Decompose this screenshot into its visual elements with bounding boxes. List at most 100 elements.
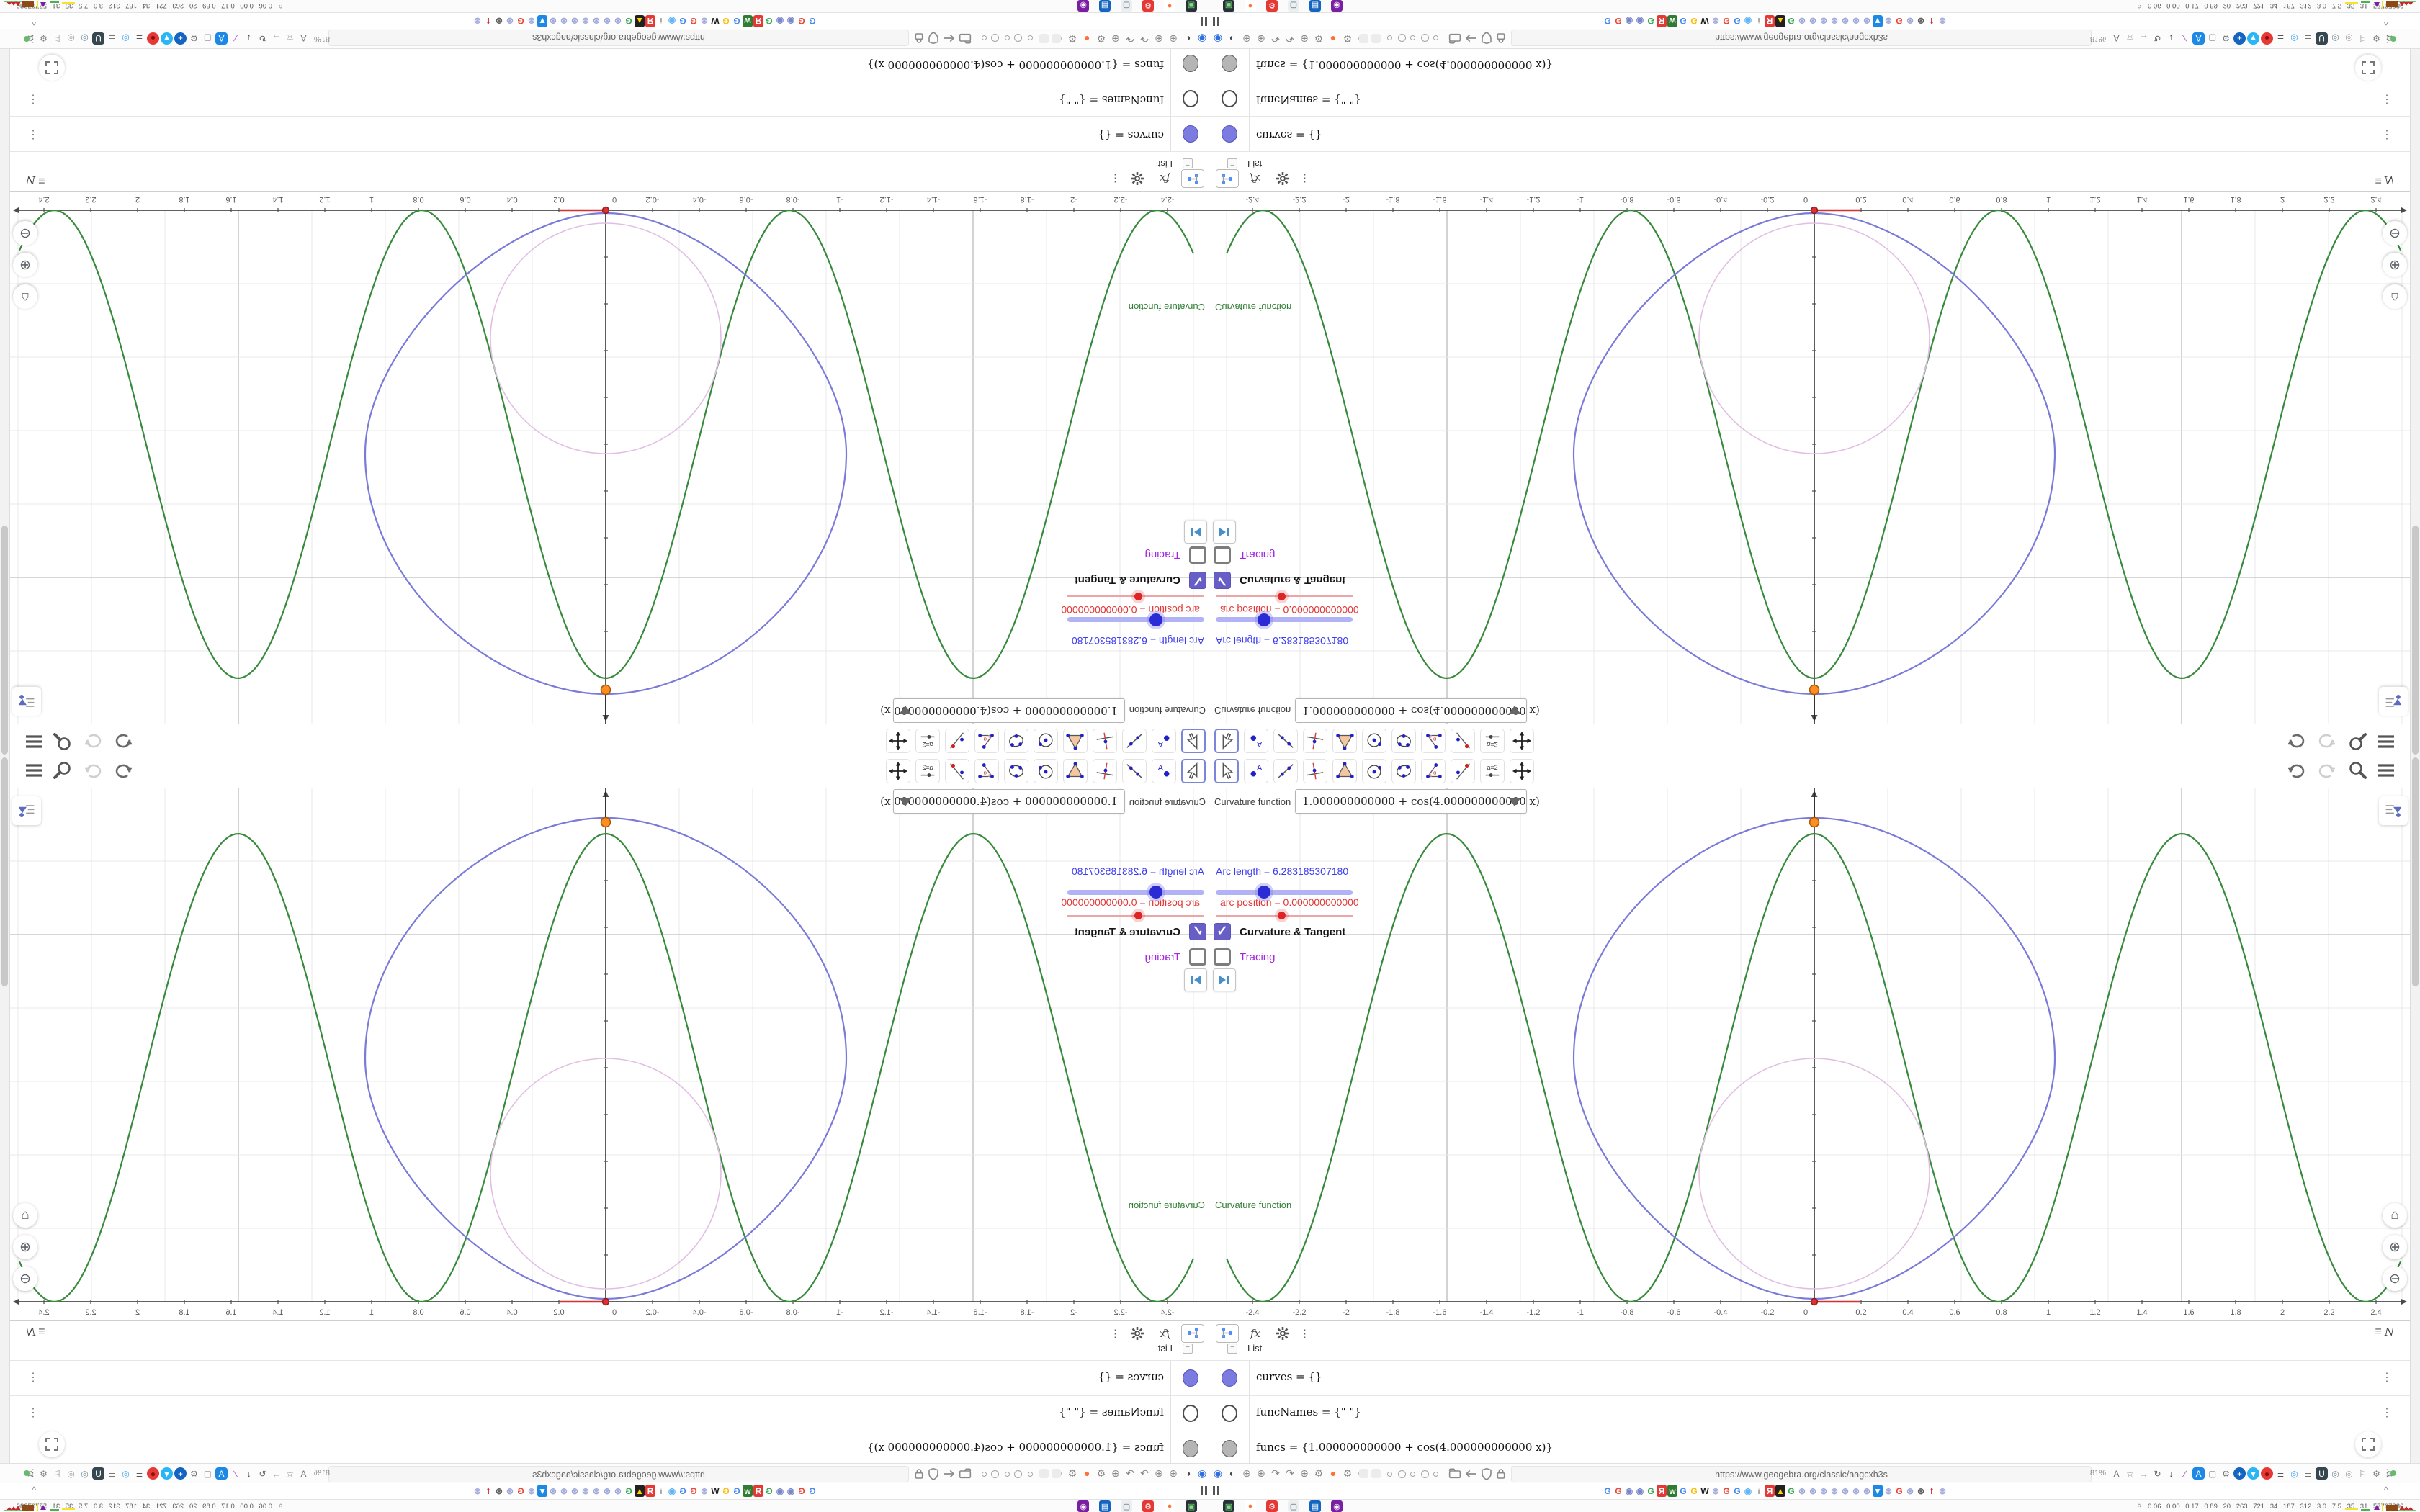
step-button[interactable]	[1184, 968, 1207, 991]
tray-chevrons-icon[interactable]: «	[277, 4, 285, 9]
arc-start-point[interactable]	[601, 206, 610, 215]
reflect-tool[interactable]	[1451, 759, 1475, 783]
bookmark-favicon[interactable]: ◉	[775, 1485, 785, 1497]
bot-app-icon[interactable]: ◉	[1331, 1500, 1343, 1512]
shield-icon[interactable]	[926, 1467, 941, 1485]
fullscreen-button[interactable]	[39, 55, 65, 81]
conic-tool[interactable]	[1392, 759, 1416, 783]
kebab-icon[interactable]: ⋮	[2381, 92, 2393, 107]
forward-icon[interactable]: →	[2138, 1467, 2150, 1480]
page-action-dot[interactable]	[1398, 1470, 1406, 1478]
page-action-dot[interactable]	[1005, 35, 1010, 40]
search-icon[interactable]	[53, 728, 73, 752]
globe-icon[interactable]: ⊕	[1152, 1467, 1165, 1480]
trash-icon[interactable]: ≣	[2275, 32, 2287, 45]
function-selector-dropdown[interactable]: 1.000000000000 + cos(4.000000000000 x)	[880, 789, 1125, 814]
bookmark-favicon[interactable]: f	[483, 15, 493, 27]
function-selector-dropdown[interactable]: 1.000000000000 + cos(4.000000000000 x)	[1295, 789, 1540, 814]
folder-icon[interactable]	[1448, 27, 1462, 45]
bookmark-favicon[interactable]: f	[1927, 15, 1937, 27]
slider-tool[interactable]: a=2	[915, 759, 940, 783]
bookmark-favicon[interactable]: i	[1754, 15, 1764, 27]
bookmark-favicon[interactable]: ⊛	[1797, 15, 1807, 27]
tracing-checkbox[interactable]	[1189, 546, 1206, 564]
recorder-icon[interactable]: ●	[2261, 32, 2273, 45]
recorder-icon[interactable]: ●	[2261, 1467, 2273, 1480]
bookmark-favicon[interactable]: ⊛	[581, 1485, 591, 1497]
visibility-toggle[interactable]	[1183, 90, 1198, 107]
star-icon[interactable]: ☆	[2124, 32, 2136, 45]
menu-icon[interactable]	[2377, 762, 2396, 783]
algebra-tree-button[interactable]	[1181, 169, 1204, 188]
redo-script-icon[interactable]: ↷	[1269, 1467, 1282, 1480]
bookmark-favicon[interactable]: Я	[645, 15, 655, 27]
graphics-settings-button[interactable]	[2379, 687, 2408, 716]
move-graphics-tool[interactable]	[1510, 729, 1534, 753]
firefox-icon[interactable]: ●	[1080, 1467, 1093, 1480]
bookmark-favicon[interactable]: ◉	[667, 1485, 677, 1497]
gear-icon[interactable]: ⚙	[188, 32, 200, 45]
bookmark-favicon[interactable]: i	[656, 1485, 666, 1497]
folder-icon[interactable]	[1448, 1467, 1462, 1485]
collapse-icon[interactable]: −	[1183, 158, 1193, 169]
fullscreen-button[interactable]	[2355, 1431, 2381, 1457]
tool-icon[interactable]: ⚙	[1095, 32, 1108, 45]
page-action-dot[interactable]	[1433, 35, 1438, 40]
shield-icon[interactable]: ◎	[2329, 1467, 2341, 1480]
page-action-dot[interactable]	[1387, 35, 1392, 40]
bookmark-favicon[interactable]: ⊛	[1711, 15, 1721, 27]
list-group-row[interactable]: − List	[1227, 1343, 1262, 1354]
fx-button[interactable]: fx	[1154, 170, 1175, 187]
zoom-out-button[interactable]: ⊖	[2383, 1266, 2407, 1291]
move-graphics-tool[interactable]	[886, 729, 910, 753]
caret-icon[interactable]: ^	[32, 1485, 36, 1495]
move-tool[interactable]	[1214, 759, 1239, 783]
globe-icon[interactable]: ⊕	[1240, 1467, 1253, 1480]
bookmark-favicon[interactable]: w	[1667, 15, 1677, 27]
trash-icon[interactable]: ≣	[133, 32, 145, 45]
add-blue-icon[interactable]: +	[174, 32, 187, 45]
arc-position-slider-thumb[interactable]	[1278, 912, 1286, 919]
function-selector-dropdown[interactable]: 1.000000000000 + cos(4.000000000000 x)	[1295, 698, 1540, 723]
globe-color-icon[interactable]: ◎	[120, 1467, 132, 1480]
firefox-app-icon[interactable]: ●	[1164, 0, 1175, 12]
flag-icon[interactable]: ⚐	[2357, 32, 2369, 45]
bookmark-favicon[interactable]: Я	[1657, 15, 1667, 27]
visibility-toggle[interactable]	[1222, 1440, 1237, 1457]
flag-icon[interactable]: ⚐	[51, 1467, 63, 1480]
algebra-settings-button[interactable]	[1272, 170, 1294, 187]
redo-icon[interactable]	[82, 729, 104, 751]
visibility-toggle[interactable]	[1222, 1405, 1237, 1422]
bookmark-favicon[interactable]: f	[1927, 1485, 1937, 1497]
globe-gray-icon[interactable]: ◎	[2343, 32, 2355, 45]
visibility-toggle[interactable]	[1222, 55, 1237, 72]
visibility-toggle[interactable]	[1222, 90, 1237, 107]
slider-tool[interactable]: a=2	[1480, 759, 1505, 783]
lock-icon[interactable]	[912, 1467, 926, 1485]
globe-icon[interactable]: ⊕	[1109, 32, 1122, 45]
menu-icon[interactable]	[24, 729, 43, 750]
undo-icon[interactable]	[2285, 729, 2307, 751]
graphics-settings-button[interactable]	[2379, 796, 2408, 825]
bookmark-favicon[interactable]: ⊛	[559, 1485, 569, 1497]
algebra-row[interactable]: funcNames = {" "} ⋮	[1210, 81, 2410, 117]
kebab-icon[interactable]: ⋮	[27, 92, 39, 107]
ublock-icon[interactable]: U	[92, 32, 104, 45]
undo-icon[interactable]	[113, 761, 135, 783]
point-tool[interactable]: A	[1244, 759, 1268, 783]
bookmark-favicon[interactable]: i	[656, 15, 666, 27]
tracing-checkbox[interactable]	[1189, 948, 1206, 966]
bookmark-favicon[interactable]: ⊛	[1916, 15, 1926, 27]
translate-blue-icon[interactable]: A	[2192, 1467, 2205, 1480]
lock-icon[interactable]	[1494, 27, 1508, 45]
algebra-view-style[interactable]: ≡ N	[2375, 174, 2394, 186]
bookmark-favicon[interactable]: ⊛	[602, 1485, 612, 1497]
url-bar[interactable]: https://www.geogebra.org/classic/aagcxh3…	[328, 1466, 909, 1482]
wrench-icon[interactable]: ⚙	[2370, 1467, 2383, 1480]
reload-icon[interactable]: ↻	[2151, 32, 2164, 45]
forward-icon[interactable]: →	[270, 1467, 282, 1480]
line-tool[interactable]	[1273, 729, 1298, 753]
bookmark-favicon[interactable]: ⊛	[1883, 1485, 1894, 1497]
bookmark-favicon[interactable]: G	[732, 15, 742, 27]
url-bar[interactable]: https://www.geogebra.org/classic/aagcxh3…	[1511, 30, 2092, 46]
